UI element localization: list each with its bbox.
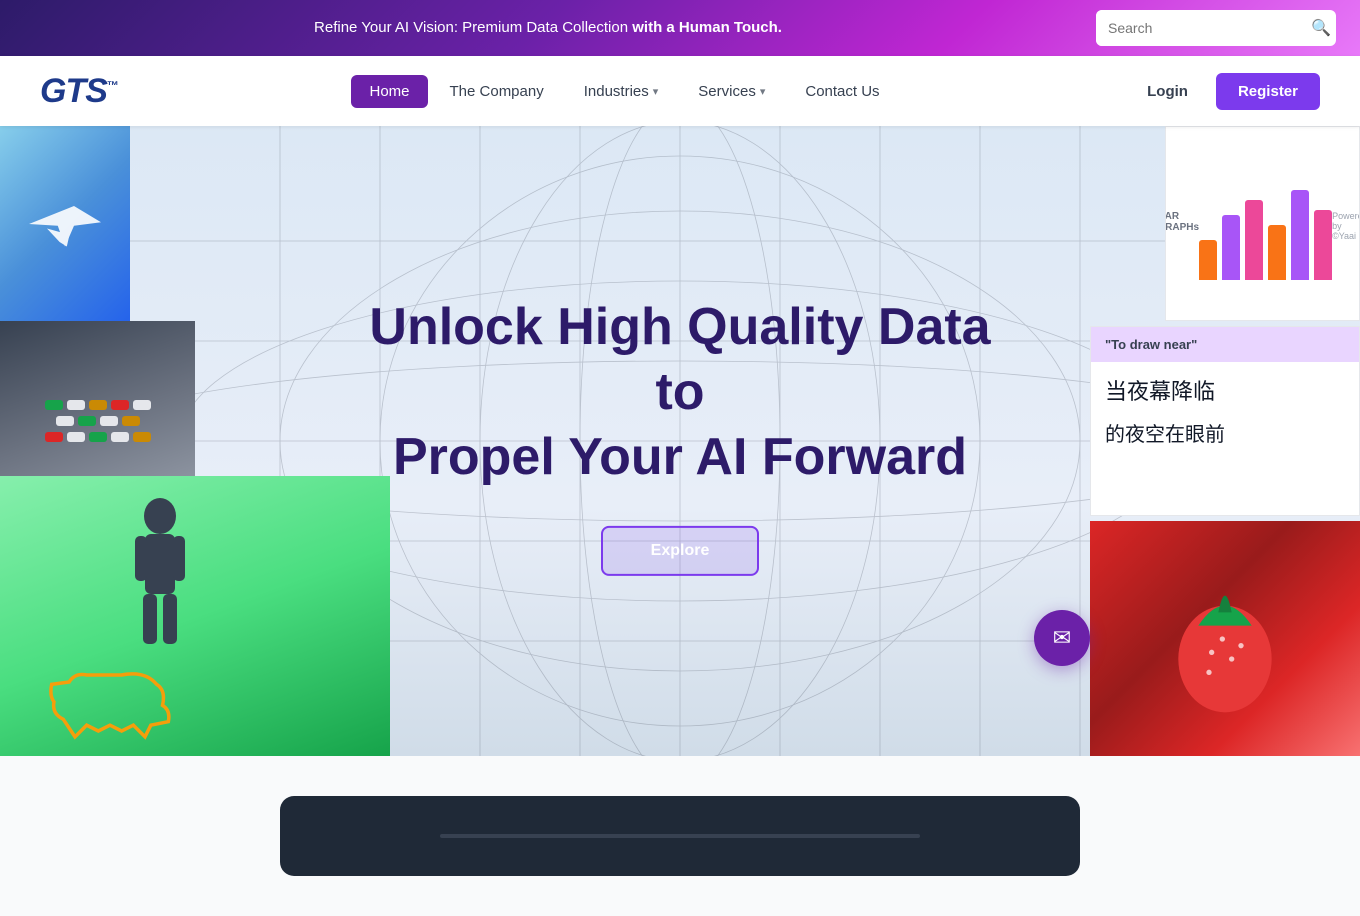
banner-text: Refine Your AI Vision: Premium Data Coll… — [314, 19, 782, 36]
laptop-preview — [280, 796, 1080, 876]
translation-english: "To draw near" — [1091, 327, 1359, 362]
car — [111, 432, 129, 442]
logo[interactable]: GTS™ — [40, 72, 118, 111]
car-row-2 — [56, 416, 140, 426]
hero-center: Unlock High Quality Data to Propel Your … — [340, 295, 1020, 576]
car — [111, 400, 129, 410]
chart-label: Powered by ©Yaai — [1332, 211, 1360, 241]
strawberry-icon — [1145, 559, 1305, 719]
search-button[interactable]: 🔍 — [1301, 10, 1336, 46]
car — [78, 416, 96, 426]
top-banner: Refine Your AI Vision: Premium Data Coll… — [0, 0, 1360, 56]
login-button[interactable]: Login — [1131, 75, 1204, 108]
person-dog-image — [0, 476, 390, 756]
car-row-3 — [45, 432, 151, 442]
dog-outline-icon — [40, 646, 180, 746]
car — [67, 400, 85, 410]
car — [89, 400, 107, 410]
search-container: 🔍 — [1096, 10, 1336, 46]
bar-3 — [1245, 200, 1263, 280]
car — [133, 432, 151, 442]
translation-chinese: 当夜幕降临 — [1091, 362, 1229, 418]
car — [100, 416, 118, 426]
plane-icon — [20, 194, 110, 254]
explore-button[interactable]: Explore — [601, 526, 760, 576]
hero-section: BAR GRAPHs Powered by ©Yaai "To draw nea… — [0, 126, 1360, 756]
bar-4 — [1268, 225, 1286, 280]
car — [89, 432, 107, 442]
strawberry-image — [1090, 521, 1360, 756]
logo-text: GTS — [40, 72, 107, 110]
car — [45, 400, 63, 410]
laptop-screen-placeholder — [440, 834, 920, 838]
nav-company[interactable]: The Company — [432, 75, 562, 108]
services-chevron-icon: ▾ — [760, 85, 766, 98]
nav-home[interactable]: Home — [351, 75, 427, 108]
below-hero-section — [0, 756, 1360, 916]
chart-image: BAR GRAPHs Powered by ©Yaai — [1165, 126, 1360, 321]
nav-links: Home The Company Industries ▾ Services ▾… — [351, 75, 897, 108]
chart-title: BAR GRAPHs — [1165, 211, 1199, 233]
hero-title: Unlock High Quality Data to Propel Your … — [340, 295, 1020, 490]
car — [67, 432, 85, 442]
nav-auth: Login Register — [1131, 73, 1320, 110]
bar-2 — [1222, 215, 1240, 280]
search-input[interactable] — [1096, 10, 1301, 46]
car-row-1 — [45, 400, 151, 410]
bar-1 — [1199, 240, 1217, 280]
car — [133, 400, 151, 410]
nav-industries[interactable]: Industries ▾ — [566, 75, 677, 108]
car — [122, 416, 140, 426]
search-icon: 🔍 — [1311, 18, 1331, 38]
chat-bubble-button[interactable]: ✉ — [1034, 610, 1090, 666]
translation-image: "To draw near" 当夜幕降临 的夜空在眼前 — [1090, 326, 1360, 516]
bar-5 — [1291, 190, 1309, 280]
nav-services[interactable]: Services ▾ — [680, 75, 783, 108]
register-button[interactable]: Register — [1216, 73, 1320, 110]
nav-contact[interactable]: Contact Us — [787, 75, 897, 108]
translation-chinese2: 的夜空在眼前 — [1091, 418, 1239, 447]
bar-6 — [1314, 210, 1332, 280]
car — [45, 432, 63, 442]
chat-icon: ✉ — [1053, 625, 1071, 651]
navbar: GTS™ Home The Company Industries ▾ Servi… — [0, 56, 1360, 126]
logo-trademark: ™ — [107, 78, 118, 92]
plane-image — [0, 126, 130, 321]
industries-chevron-icon: ▾ — [653, 85, 659, 98]
car — [56, 416, 74, 426]
